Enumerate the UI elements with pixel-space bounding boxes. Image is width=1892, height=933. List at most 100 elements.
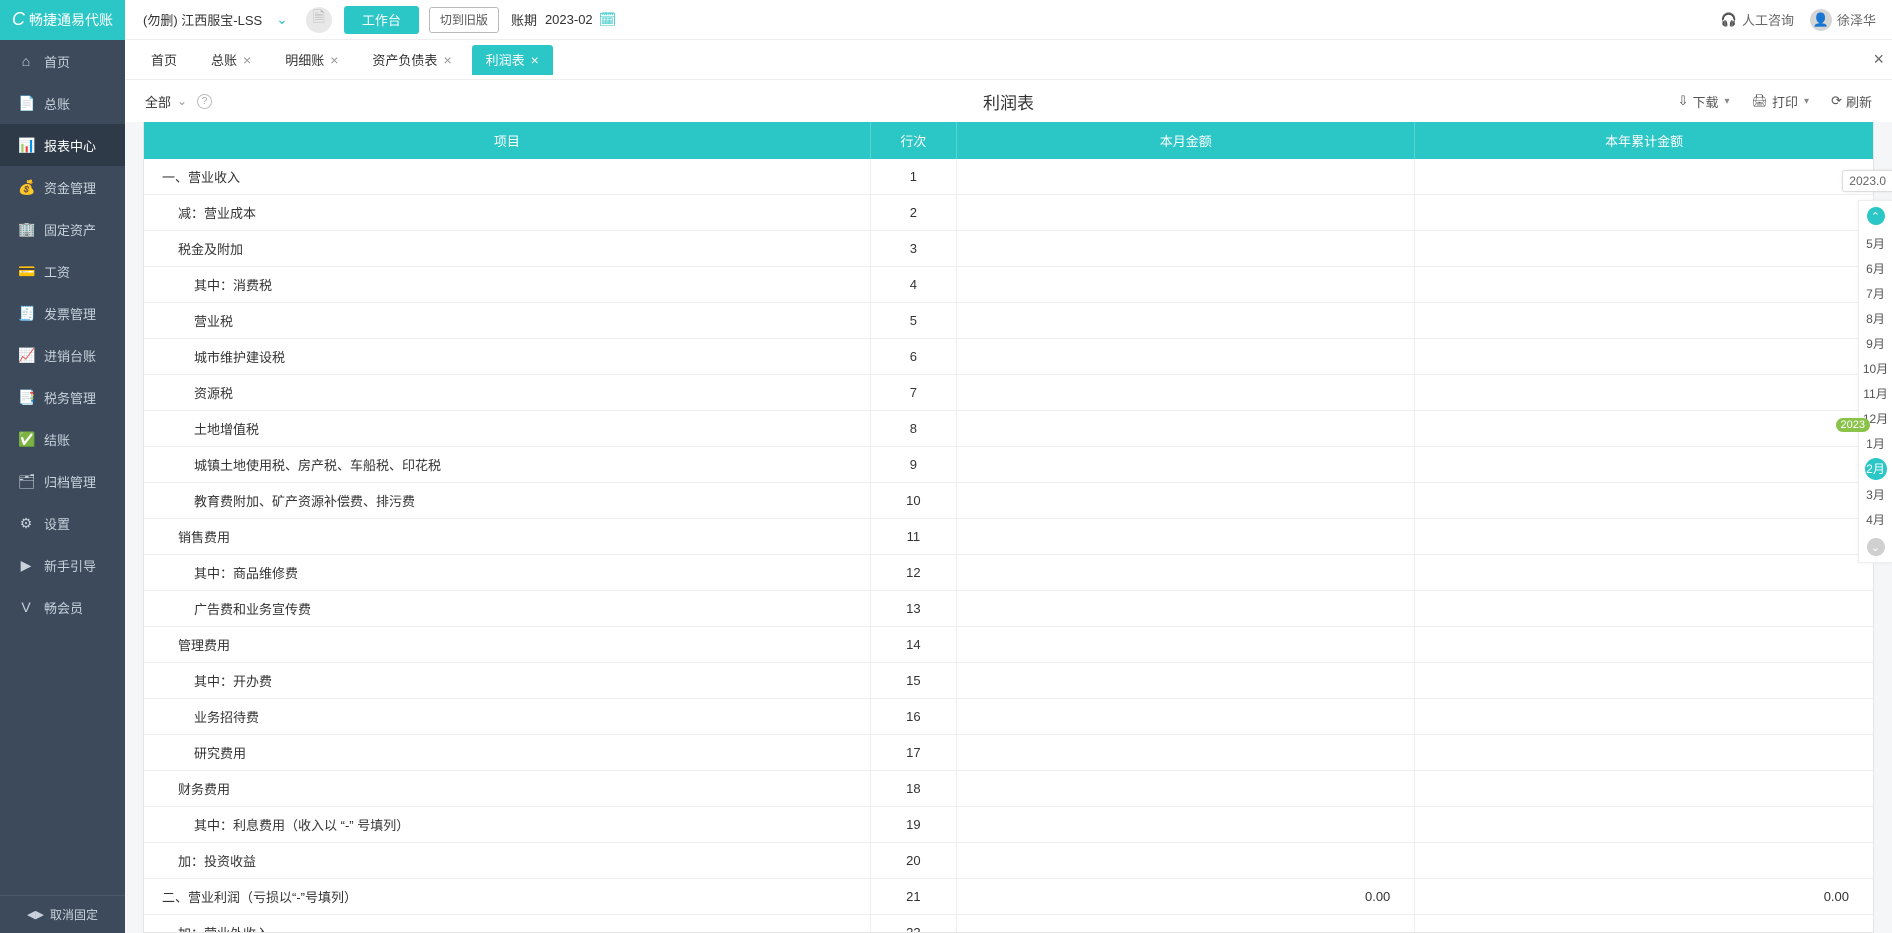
tab-close-icon[interactable]: × bbox=[243, 52, 251, 68]
cell-year bbox=[1415, 195, 1873, 231]
sidebar-item[interactable]: V畅会员 bbox=[0, 586, 125, 628]
rail-up-icon[interactable]: ⌃ bbox=[1867, 207, 1885, 225]
table-row[interactable]: 城镇土地使用税、房产税、车船税、印花税9 bbox=[144, 447, 1873, 483]
table-row[interactable]: 广告费和业务宣传费13 bbox=[144, 591, 1873, 627]
tab[interactable]: 资产负债表× bbox=[358, 45, 465, 75]
sidebar-item[interactable]: 📈进销台账 bbox=[0, 334, 125, 376]
month-pill[interactable]: 6月 bbox=[1859, 258, 1892, 279]
sidebar-item[interactable]: ▶新手引导 bbox=[0, 544, 125, 586]
tab-close-icon[interactable]: × bbox=[330, 52, 338, 68]
sidebar-item[interactable]: 📄总账 bbox=[0, 82, 125, 124]
tab[interactable]: 利润表× bbox=[472, 45, 553, 75]
cell-line: 1 bbox=[870, 159, 956, 195]
filter-select[interactable]: 全部 bbox=[145, 92, 171, 111]
table-row[interactable]: 城市维护建设税6 bbox=[144, 339, 1873, 375]
sidebar-icon: 📊 bbox=[18, 137, 34, 154]
month-pill[interactable]: 8月 bbox=[1859, 308, 1892, 329]
month-pill[interactable]: 1月 bbox=[1859, 433, 1892, 454]
tab-close-icon[interactable]: × bbox=[443, 52, 451, 68]
table-row[interactable]: 一、营业收入1 bbox=[144, 159, 1873, 195]
table-row[interactable]: 加：营业外收入22 bbox=[144, 915, 1873, 933]
sidebar-item-label: 进销台账 bbox=[44, 346, 96, 365]
month-pill[interactable]: 9月 bbox=[1859, 333, 1892, 354]
month-pill[interactable]: 11月 bbox=[1859, 383, 1892, 404]
table-row[interactable]: 税金及附加3 bbox=[144, 231, 1873, 267]
sidebar-item[interactable]: 🏢固定资产 bbox=[0, 208, 125, 250]
download-button[interactable]: ⇩ 下载 ▾ bbox=[1678, 92, 1730, 111]
note-icon[interactable]: 🗎 bbox=[306, 7, 332, 33]
cell-year bbox=[1415, 699, 1873, 735]
cell-year bbox=[1415, 411, 1873, 447]
sidebar-item[interactable]: 📑税务管理 bbox=[0, 376, 125, 418]
company-name[interactable]: (勿删) 江西服宝-LSS bbox=[143, 10, 262, 29]
month-pill[interactable]: 4月 bbox=[1859, 509, 1892, 530]
table-row[interactable]: 其中：消费税4 bbox=[144, 267, 1873, 303]
top-right: 🎧 人工咨询 👤 徐泽华 bbox=[1721, 9, 1876, 31]
rail-down-icon[interactable]: ⌄ bbox=[1867, 538, 1885, 556]
sidebar-item[interactable]: 🧾发票管理 bbox=[0, 292, 125, 334]
workbench-button[interactable]: 工作台 bbox=[344, 6, 419, 34]
tab[interactable]: 总账× bbox=[197, 45, 265, 75]
table-row[interactable]: 加：投资收益20 bbox=[144, 843, 1873, 879]
sidebar-item[interactable]: ⚙设置 bbox=[0, 502, 125, 544]
table-row[interactable]: 营业税5 bbox=[144, 303, 1873, 339]
chevron-down-icon[interactable]: ⌄ bbox=[177, 94, 187, 108]
sidebar-item[interactable]: 💰资金管理 bbox=[0, 166, 125, 208]
table-row[interactable]: 其中：商品维修费12 bbox=[144, 555, 1873, 591]
sidebar-item[interactable]: ✅结账 bbox=[0, 418, 125, 460]
month-pill[interactable]: 7月 bbox=[1859, 283, 1892, 304]
table-row[interactable]: 其中：开办费15 bbox=[144, 663, 1873, 699]
table-row[interactable]: 财务费用18 bbox=[144, 771, 1873, 807]
table-row[interactable]: 教育费附加、矿产资源补偿费、排污费10 bbox=[144, 483, 1873, 519]
company-dropdown-icon[interactable]: ⌄ bbox=[276, 11, 288, 28]
sidebar-icon: 📑 bbox=[18, 389, 34, 406]
switch-old-button[interactable]: 切到旧版 bbox=[429, 7, 499, 33]
tab[interactable]: 明细账× bbox=[271, 45, 352, 75]
consult-link[interactable]: 🎧 人工咨询 bbox=[1721, 10, 1794, 29]
table-row[interactable]: 业务招待费16 bbox=[144, 699, 1873, 735]
sidebar-item[interactable]: 🗂归档管理 bbox=[0, 460, 125, 502]
cell-line: 6 bbox=[870, 339, 956, 375]
cell-item: 教育费附加、矿产资源补偿费、排污费 bbox=[144, 483, 870, 519]
cell-line: 20 bbox=[870, 843, 956, 879]
month-pill[interactable]: 2月 bbox=[1865, 458, 1887, 480]
refresh-icon: ⟳ bbox=[1831, 93, 1842, 109]
period-value[interactable]: 2023-02 bbox=[545, 12, 593, 27]
table-row[interactable]: 其中：利息费用（收入以 “-” 号填列）19 bbox=[144, 807, 1873, 843]
cell-month bbox=[957, 267, 1415, 303]
sidebar-foot-toggle[interactable]: ◀▶ 取消固定 bbox=[0, 895, 125, 933]
logo: C 畅捷通易代账 bbox=[0, 0, 125, 40]
table-row[interactable]: 二、营业利润（亏损以“-”号填列）210.000.00 bbox=[144, 879, 1873, 915]
calendar-icon[interactable]: 🗓 bbox=[599, 11, 617, 28]
close-all-tabs-icon[interactable]: × bbox=[1873, 49, 1884, 70]
cell-line: 13 bbox=[870, 591, 956, 627]
table-row[interactable]: 销售费用11 bbox=[144, 519, 1873, 555]
sidebar-item[interactable]: 📊报表中心 bbox=[0, 124, 125, 166]
year-chip[interactable]: 2023.0 bbox=[1842, 170, 1892, 192]
cell-line: 2 bbox=[870, 195, 956, 231]
col-item: 项目 bbox=[144, 122, 870, 159]
month-pill[interactable]: 10月 bbox=[1859, 358, 1892, 379]
income-table: 项目 行次 本月金额 本年累计金额 一、营业收入1减：营业成本2税金及附加3其中… bbox=[144, 122, 1873, 933]
month-pill[interactable]: 5月 bbox=[1859, 233, 1892, 254]
print-button[interactable]: 🖨 打印 ▾ bbox=[1752, 92, 1810, 111]
table-row[interactable]: 土地增值税8 bbox=[144, 411, 1873, 447]
sidebar-item[interactable]: 💳工资 bbox=[0, 250, 125, 292]
tab[interactable]: 首页 bbox=[137, 45, 191, 75]
table-row[interactable]: 减：营业成本2 bbox=[144, 195, 1873, 231]
refresh-button[interactable]: ⟳ 刷新 bbox=[1831, 92, 1872, 111]
table-row[interactable]: 管理费用14 bbox=[144, 627, 1873, 663]
cell-line: 5 bbox=[870, 303, 956, 339]
help-icon[interactable]: ? bbox=[197, 94, 212, 109]
sidebar-icon: ⚙ bbox=[18, 515, 34, 532]
table-row[interactable]: 资源税7 bbox=[144, 375, 1873, 411]
sidebar-icon: 🏢 bbox=[18, 221, 34, 238]
month-pill[interactable]: 3月 bbox=[1859, 484, 1892, 505]
sidebar-item[interactable]: ⌂首页 bbox=[0, 40, 125, 82]
cell-month bbox=[957, 375, 1415, 411]
cell-month bbox=[957, 735, 1415, 771]
tab-close-icon[interactable]: × bbox=[531, 52, 539, 68]
table-row[interactable]: 研究费用17 bbox=[144, 735, 1873, 771]
cell-line: 3 bbox=[870, 231, 956, 267]
user-chip[interactable]: 👤 徐泽华 bbox=[1810, 9, 1876, 31]
